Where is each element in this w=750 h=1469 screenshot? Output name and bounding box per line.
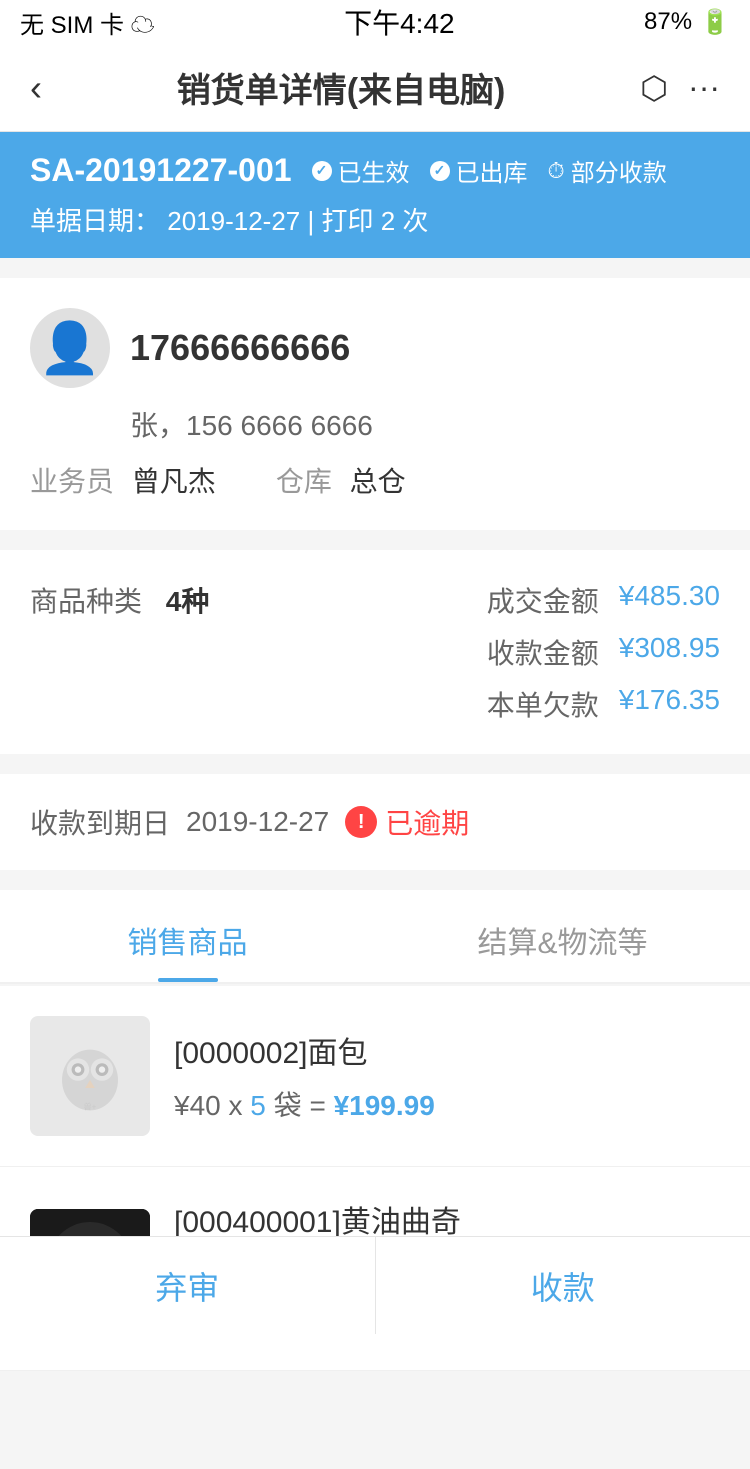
nav-actions: ⬡ ··· (640, 69, 720, 107)
summary-section: 商品种类 4种 成交金额 ¥485.30 收款金额 ¥308.95 本单欠款 ¥… (0, 550, 750, 754)
more-icon[interactable]: ··· (688, 69, 720, 106)
list-item: 兽+ [0000002]面包 ¥40 x 5 袋 = ¥199.99 (0, 986, 750, 1167)
product-name: [000400001]黄油曲奇 (174, 1197, 720, 1241)
status-badge-partial: ⏱ 部分收款 (548, 153, 667, 188)
back-button[interactable]: ‹ (30, 67, 42, 109)
header-banner: SA-20191227-001 ✓ 已生效 ✓ 已出库 ⏱ 部分收款 单据日期：… (0, 132, 750, 258)
order-id: SA-20191227-001 (30, 152, 292, 189)
tab-sales-products[interactable]: 销售商品 (0, 890, 375, 982)
overdue-text: 已逾期 (385, 802, 469, 842)
avatar: 👤 (30, 308, 110, 388)
status-bar: 无 SIM 卡 ☁ 下午4:42 87% 🔋 (0, 0, 750, 44)
product-type-label: 商品种类 (30, 586, 142, 617)
status-time: 下午4:42 (344, 2, 455, 42)
deal-amount-label: 成交金额 (487, 580, 599, 620)
customer-section: 👤 17666666666 张，156 6666 6666 业务员 曾凡杰 仓库… (0, 278, 750, 530)
tab-settlement[interactable]: 结算&物流等 (375, 890, 750, 982)
product-name: [0000002]面包 (174, 1028, 720, 1072)
product-thumbnail: 兽+ (30, 1016, 150, 1136)
page-title: 销货单详情(来自电脑) (177, 63, 506, 112)
due-date-label: 收款到期日 (30, 802, 170, 842)
product-total: ¥199.99 (334, 1090, 435, 1121)
due-label: 本单欠款 (487, 684, 599, 724)
cancel-button[interactable]: 弃审 (0, 1237, 376, 1334)
battery-icon: 🔋 (700, 8, 730, 37)
overdue-icon: ! (345, 806, 377, 838)
customer-name-phone: 张，156 6666 6666 (30, 404, 720, 444)
tabs-section: 销售商品 结算&物流等 (0, 890, 750, 984)
product-info: [0000002]面包 ¥40 x 5 袋 = ¥199.99 (174, 1028, 720, 1124)
warehouse-label: 仓库 (276, 466, 332, 497)
product-qty: 5 (250, 1090, 266, 1121)
due-date-section: 收款到期日 2019-12-27 ! 已逾期 (0, 774, 750, 870)
warehouse-value: 总仓 (350, 466, 406, 497)
battery-text: 87% (644, 8, 692, 36)
signal-text: 无 SIM 卡 ☁ (20, 5, 155, 40)
salesman-value: 曾凡杰 (132, 466, 216, 497)
due-date-value: 2019-12-27 (186, 806, 329, 838)
customer-meta: 业务员 曾凡杰 仓库 总仓 (30, 460, 720, 500)
confirm-button[interactable]: 收款 (376, 1237, 750, 1334)
svg-text:兽+: 兽+ (84, 1102, 97, 1112)
product-price-row: ¥40 x 5 袋 = ¥199.99 (174, 1084, 720, 1124)
received-label: 收款金额 (487, 632, 599, 672)
salesman-label: 业务员 (30, 466, 114, 497)
status-right: 87% 🔋 (644, 8, 730, 37)
share-icon[interactable]: ⬡ (640, 69, 668, 107)
due-value: ¥176.35 (619, 684, 720, 724)
deal-amount-value: ¥485.30 (619, 580, 720, 620)
order-date-info: 单据日期： 2019-12-27 | 打印 2 次 (30, 201, 720, 238)
status-badge-shipped: ✓ 已出库 (430, 153, 528, 188)
customer-phone: 17666666666 (130, 327, 350, 369)
product-type-count: 4种 (166, 586, 210, 617)
status-badge-active: ✓ 已生效 (312, 153, 410, 188)
status-left: 无 SIM 卡 ☁ (20, 5, 155, 40)
overdue-badge: ! 已逾期 (345, 802, 469, 842)
nav-bar: ‹ 销货单详情(来自电脑) ⬡ ··· (0, 44, 750, 132)
bottom-bar: 弃审 收款 (0, 1236, 750, 1334)
person-icon: 👤 (39, 319, 101, 378)
received-value: ¥308.95 (619, 632, 720, 672)
